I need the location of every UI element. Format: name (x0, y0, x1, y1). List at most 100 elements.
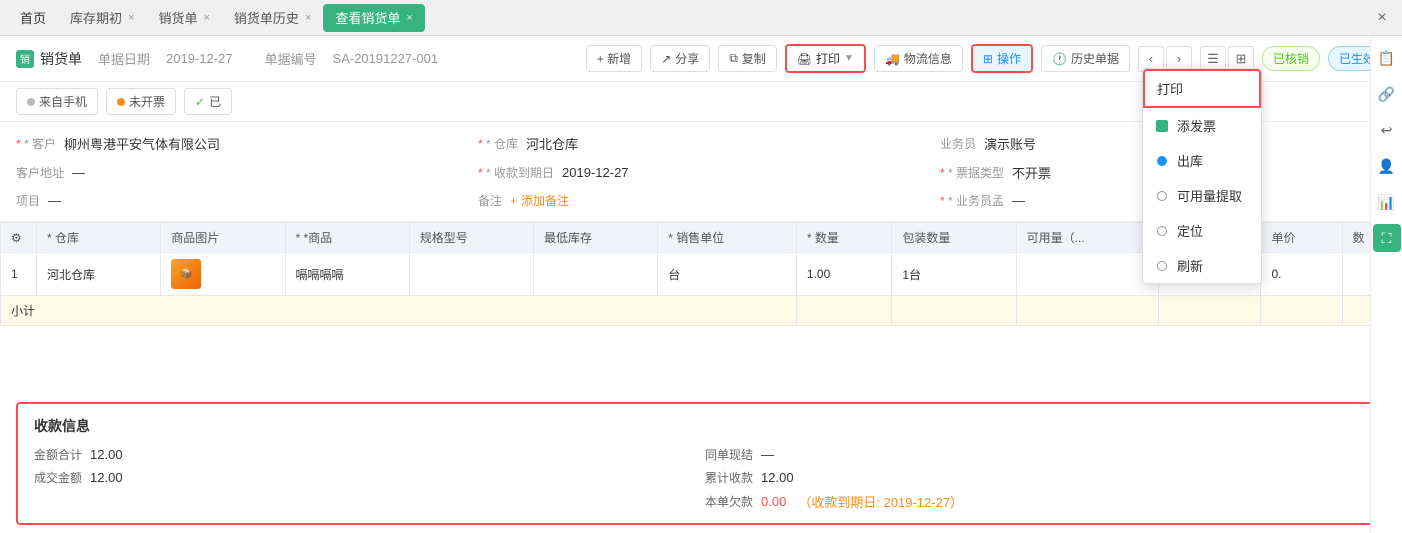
print-button-label: 打印 (816, 50, 840, 67)
sidebar-print-icon[interactable]: 📋 (1373, 44, 1401, 72)
from-phone-button[interactable]: 来自手机 (16, 88, 98, 115)
payment-grid: 金额合计 12.00 成交金额 12.00 同单现结 — 累计收款 (34, 446, 1368, 511)
customer-label: * * 客户 (16, 135, 56, 152)
share-button[interactable]: ↗ 分享 (650, 45, 710, 72)
truck-icon: 🚚 (885, 52, 900, 66)
history-button-label: 历史单据 (1071, 50, 1119, 67)
locate-icon (1155, 224, 1169, 238)
operation-button-label: 操作 (997, 50, 1021, 67)
address-value: — (72, 165, 85, 180)
row-no: 1 (1, 253, 37, 296)
dropdown-add-invoice[interactable]: 添发票 (1143, 108, 1261, 143)
doc-title-section: 销 销货单 (16, 49, 82, 69)
staff-value: 演示账号 (984, 134, 1036, 153)
tab-sales-history-label: 销货单历史 (234, 8, 299, 27)
note-row: 备注 + 添加备注 (478, 192, 924, 209)
add-note-button[interactable]: + 添加备注 (510, 192, 569, 209)
number-value: SA-20191227-001 (333, 51, 439, 66)
tab-view-sales[interactable]: 查看销货单 × (323, 4, 424, 32)
dropdown-title: 打印 (1157, 82, 1183, 97)
not-open-label: 未开票 (129, 93, 165, 110)
copy-button[interactable]: ⧉ 复制 (718, 45, 777, 72)
dropdown-refresh[interactable]: 刷新 (1143, 248, 1261, 283)
check-icon: ✓ (195, 95, 205, 109)
transaction-row: 成交金额 12.00 (34, 469, 697, 486)
row-product: 嗝嗝嗝嗝 (285, 253, 409, 296)
th-spec: 规格型号 (409, 223, 533, 253)
project-value: — (48, 193, 61, 208)
check-label: 已 (209, 93, 221, 110)
logistics-button-label: 物流信息 (904, 50, 952, 67)
window-close-button[interactable]: × (1370, 6, 1394, 30)
subtotal-current (1158, 296, 1261, 326)
not-open-dot (117, 98, 125, 106)
subtotal-label: 小计 (1, 296, 797, 326)
row-pkg-qty: 1台 (892, 253, 1016, 296)
row-price: 0. (1261, 253, 1342, 296)
copy-button-label: 复制 (742, 50, 766, 67)
share-button-label: 分享 (675, 50, 699, 67)
print-dropdown-arrow: ▼ (844, 53, 854, 64)
print-button[interactable]: 🖨 打印 ▼ (785, 44, 866, 73)
tab-sales-history-close[interactable]: × (305, 12, 311, 24)
subtotal-pkg (892, 296, 1016, 326)
sidebar-user-icon[interactable]: 👤 (1373, 152, 1401, 180)
tab-inventory-close[interactable]: × (128, 12, 134, 24)
row-qty: 1.00 (796, 253, 891, 296)
cancelled-badge-label: 已核销 (1273, 52, 1309, 66)
subtotal-qty (796, 296, 891, 326)
th-min-stock: 最低库存 (534, 223, 658, 253)
new-button[interactable]: + 新增 (586, 45, 642, 72)
subtotal-avail (1016, 296, 1158, 326)
dropdown-locate[interactable]: 定位 (1143, 213, 1261, 248)
dropdown-avail-extract[interactable]: 可用量提取 (1143, 178, 1261, 213)
history-button[interactable]: 🕐 历史单据 (1041, 45, 1130, 72)
logistics-button[interactable]: 🚚 物流信息 (874, 45, 963, 72)
cancelled-badge: 已核销 (1262, 46, 1320, 71)
sidebar-expand-icon[interactable]: ⛶ (1373, 224, 1401, 252)
history-icon: 🕐 (1052, 52, 1067, 66)
due-date-value: 2019-12-27 (562, 165, 629, 180)
arrears-due-note: （收款到期日: 2019-12-27） (798, 492, 963, 511)
tab-sales[interactable]: 销货单 × (146, 4, 221, 32)
dropdown-outbound[interactable]: 出库 (1143, 143, 1261, 178)
th-warehouse: * 仓库 (37, 223, 161, 253)
dropdown-menu: 打印 添发票 出库 可用量提取 定位 (1142, 68, 1262, 284)
doc-type-label: 销货单 (40, 49, 82, 69)
from-phone-label: 来自手机 (39, 93, 87, 110)
customer-value: 柳州粤港平安气体有限公司 (64, 134, 220, 153)
ticket-value: 不开票 (1012, 163, 1051, 182)
th-gear[interactable]: ⚙ (1, 223, 37, 253)
tab-sales-history[interactable]: 销货单历史 × (222, 4, 323, 32)
sidebar-return-icon[interactable]: ↩ (1373, 116, 1401, 144)
check-button[interactable]: ✓ 已 (184, 88, 232, 115)
tab-home[interactable]: 首页 (8, 4, 58, 32)
warehouse-value: 河北仓库 (526, 134, 578, 153)
project-row: 项目 — (16, 192, 462, 209)
sidebar-link-icon[interactable]: 🔗 (1373, 80, 1401, 108)
dropdown-header: 打印 (1143, 69, 1261, 108)
total-value: 12.00 (90, 447, 123, 462)
outbound-label: 出库 (1177, 151, 1203, 170)
subtotal-row: 小计 (1, 296, 1402, 326)
doc-actions: + 新增 ↗ 分享 ⧉ 复制 🖨 打印 ▼ 🚚 物流信息 (586, 44, 1386, 73)
tab-home-label: 首页 (20, 8, 46, 27)
tab-view-sales-close[interactable]: × (406, 12, 412, 24)
sidebar-chart-icon[interactable]: 📊 (1373, 188, 1401, 216)
avail-extract-label: 可用量提取 (1177, 186, 1242, 205)
product-image: 📦 (171, 259, 201, 289)
th-product: * *商品 (285, 223, 409, 253)
tab-inventory[interactable]: 库存期初 × (58, 4, 146, 32)
add-invoice-label: 添发票 (1177, 116, 1216, 135)
th-unit: * 销售单位 (658, 223, 797, 253)
refresh-label: 刷新 (1177, 256, 1203, 275)
row-spec (409, 253, 533, 296)
arrears-value: 0.00 (761, 494, 786, 509)
operation-button[interactable]: ⊞ 操作 (971, 44, 1033, 73)
note-label: 备注 (478, 192, 502, 209)
not-open-button[interactable]: 未开票 (106, 88, 176, 115)
tab-sales-close[interactable]: × (203, 12, 209, 24)
arrears-label: 本单欠款 (705, 493, 753, 510)
same-order-row: 同单现结 — (705, 446, 1368, 463)
th-avail: 可用量（... (1016, 223, 1158, 253)
